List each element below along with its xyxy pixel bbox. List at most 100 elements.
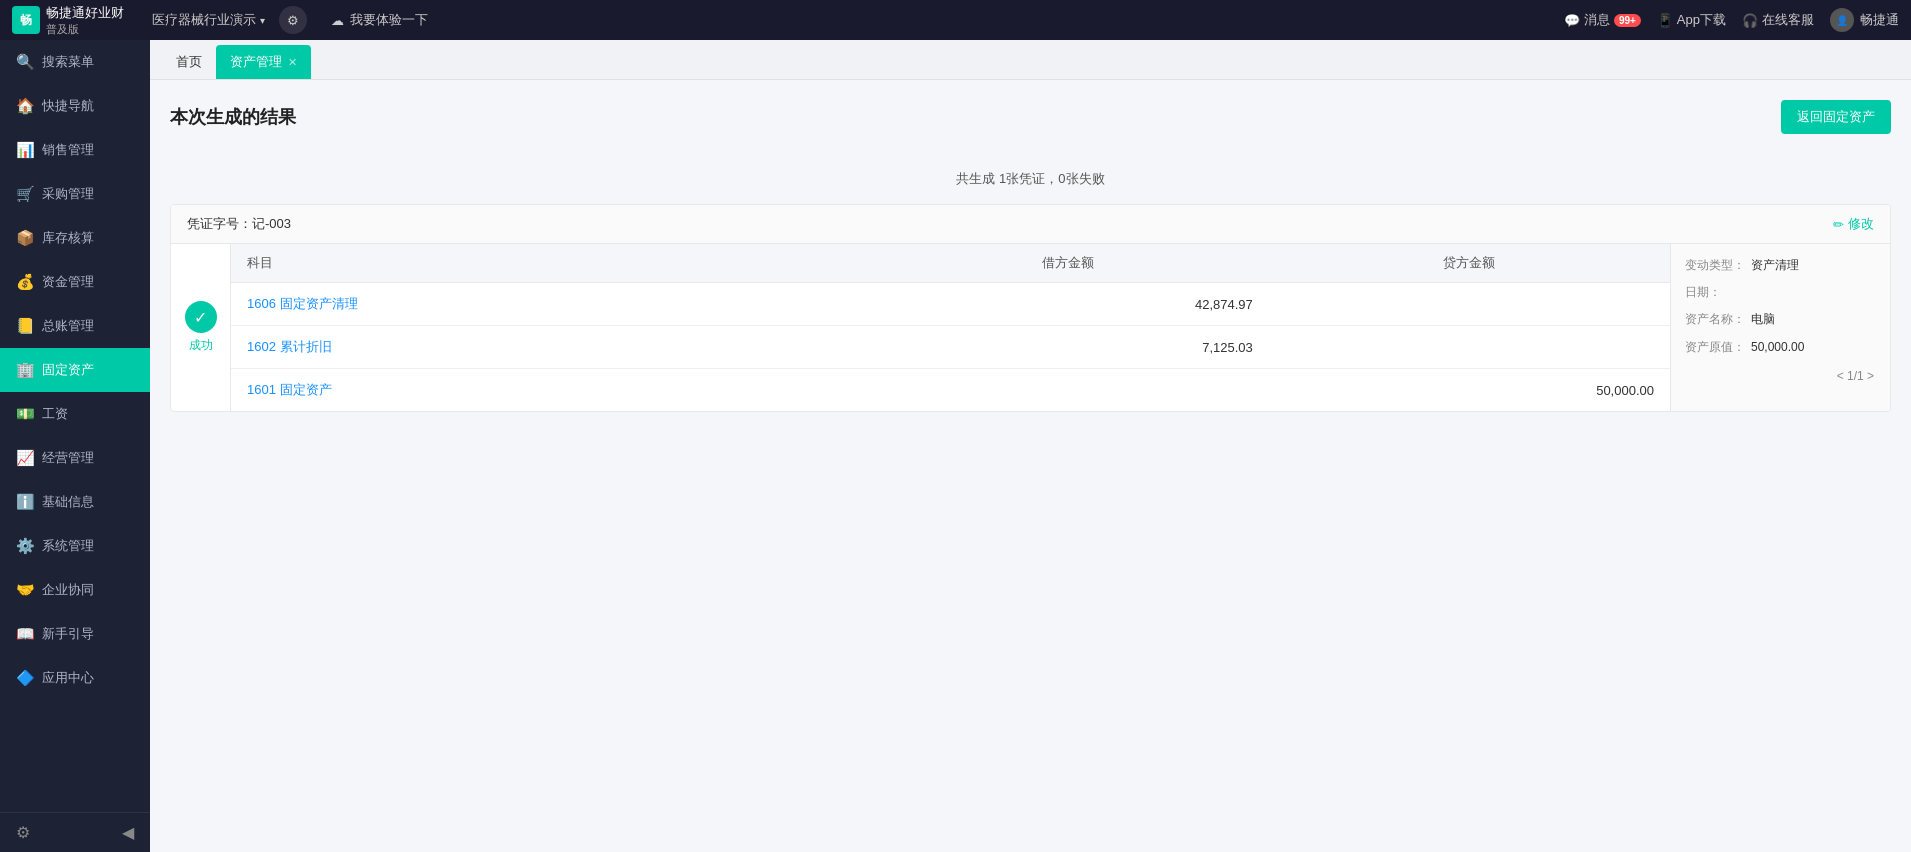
logo-text: 畅捷通好业财 [46, 4, 124, 22]
sidebar-item-sales[interactable]: 📊 销售管理 [0, 128, 150, 172]
system-icon: ⚙️ [16, 537, 34, 555]
sidebar-item-operations[interactable]: 📈 经营管理 [0, 436, 150, 480]
message-badge: 99+ [1614, 14, 1641, 27]
header-settings-button[interactable]: ⚙ [279, 6, 307, 34]
sidebar-item-guide[interactable]: 📖 新手引导 [0, 612, 150, 656]
original-value-row: 资产原值： 50,000.00 [1685, 338, 1876, 357]
logo-icon: 畅 [12, 6, 40, 34]
sidebar-label-fixed-assets: 固定资产 [42, 361, 94, 379]
sidebar-nav: 🔍 搜索菜单 🏠 快捷导航 📊 销售管理 🛒 采购管理 📦 库存核算 💰 [0, 40, 150, 812]
guide-icon: 📖 [16, 625, 34, 643]
user-info[interactable]: 👤 畅捷通 [1830, 8, 1899, 32]
home-icon: 🏠 [16, 97, 34, 115]
sidebar-item-purchase[interactable]: 🛒 采购管理 [0, 172, 150, 216]
sidebar-item-salary[interactable]: 💵 工资 [0, 392, 150, 436]
cell-credit: 50,000.00 [1269, 369, 1670, 412]
tab-bar: 首页 资产管理 ✕ [150, 40, 1911, 80]
sidebar-label-inventory: 库存核算 [42, 229, 94, 247]
original-value-label: 资产原值： [1685, 338, 1745, 357]
asset-name-row: 资产名称： 电脑 [1685, 310, 1876, 329]
sidebar-label-search: 搜索菜单 [42, 53, 94, 71]
app-center-icon: 🔷 [16, 669, 34, 687]
sidebar-item-search[interactable]: 🔍 搜索菜单 [0, 40, 150, 84]
sidebar-label-sales: 销售管理 [42, 141, 94, 159]
main-layout: 🔍 搜索菜单 🏠 快捷导航 📊 销售管理 🛒 采购管理 📦 库存核算 💰 [0, 40, 1911, 852]
edit-button[interactable]: ✏ 修改 [1833, 215, 1874, 233]
app-download-label: App下载 [1677, 11, 1726, 29]
experience-button[interactable]: ☁ 我要体验一下 [331, 11, 428, 29]
tab-home-label: 首页 [176, 53, 202, 71]
voucher-number: 凭证字号：记-003 [187, 215, 291, 233]
mobile-icon: 📱 [1657, 13, 1673, 28]
company-selector[interactable]: 医疗器械行业演示 ▾ [152, 11, 265, 29]
message-label: 消息 [1584, 11, 1610, 29]
sidebar-label-app-center: 应用中心 [42, 669, 94, 687]
sidebar-label-enterprise: 企业协同 [42, 581, 94, 599]
sidebar-label-system: 系统管理 [42, 537, 94, 555]
basic-info-icon: ℹ️ [16, 493, 34, 511]
change-type-row: 变动类型： 资产清理 [1685, 256, 1876, 275]
sidebar-item-fund[interactable]: 💰 资金管理 [0, 260, 150, 304]
edit-icon: ✏ [1833, 217, 1844, 232]
tab-asset-mgmt-label: 资产管理 [230, 53, 282, 71]
service-icon: 🎧 [1742, 13, 1758, 28]
settings-bottom-button[interactable]: ⚙ [16, 823, 30, 842]
message-button[interactable]: 💬 消息 99+ [1564, 11, 1641, 29]
date-row: 日期： [1685, 283, 1876, 302]
sidebar-item-quick-nav[interactable]: 🏠 快捷导航 [0, 84, 150, 128]
table-row: 1606 固定资产清理42,874.97 [231, 283, 1670, 326]
original-value-value: 50,000.00 [1751, 338, 1804, 357]
online-service-button[interactable]: 🎧 在线客服 [1742, 11, 1814, 29]
voucher-block: 凭证字号：记-003 ✏ 修改 ✓ 成功 [170, 204, 1891, 412]
sidebar-item-ledger[interactable]: 📒 总账管理 [0, 304, 150, 348]
inventory-icon: 📦 [16, 229, 34, 247]
asset-name-value: 电脑 [1751, 310, 1775, 329]
sidebar-label-ledger: 总账管理 [42, 317, 94, 335]
company-name: 医疗器械行业演示 [152, 11, 256, 29]
sidebar-item-basic-info[interactable]: ℹ️ 基础信息 [0, 480, 150, 524]
collapse-sidebar-button[interactable]: ◀ [122, 823, 134, 842]
edit-label: 修改 [1848, 215, 1874, 233]
date-label: 日期： [1685, 283, 1721, 302]
tab-asset-mgmt[interactable]: 资产管理 ✕ [216, 45, 311, 79]
tab-home[interactable]: 首页 [166, 45, 212, 79]
sidebar-item-system[interactable]: ⚙️ 系统管理 [0, 524, 150, 568]
side-info-panel: 变动类型： 资产清理 日期： 资产名称： 电脑 资产原值： [1670, 244, 1890, 411]
status-label: 成功 [189, 337, 213, 354]
sidebar-item-app-center[interactable]: 🔷 应用中心 [0, 656, 150, 700]
status-cell: ✓ 成功 [171, 244, 231, 411]
voucher-table: 科目 借方金额 贷方金额 1606 固定资产清理42,874.971602 累计… [231, 244, 1670, 411]
sidebar-label-basic-info: 基础信息 [42, 493, 94, 511]
chevron-down-icon: ▾ [260, 15, 265, 26]
return-fixed-assets-button[interactable]: 返回固定资产 [1781, 100, 1891, 134]
app-download-button[interactable]: 📱 App下载 [1657, 11, 1726, 29]
header-left: 畅 畅捷通好业财 普及版 医疗器械行业演示 ▾ ⚙ ☁ 我要体验一下 [12, 4, 428, 37]
sidebar-label-quick-nav: 快捷导航 [42, 97, 94, 115]
table-row: 1601 固定资产 50,000.00 [231, 369, 1670, 412]
col-subject: 科目 [231, 244, 868, 283]
pagination-text: < 1/1 > [1837, 369, 1874, 383]
cell-subject: 1601 固定资产 [231, 369, 868, 412]
page-title-row: 本次生成的结果 返回固定资产 [170, 100, 1891, 134]
voucher-header: 凭证字号：记-003 ✏ 修改 [171, 205, 1890, 244]
purchase-icon: 🛒 [16, 185, 34, 203]
sidebar-item-fixed-assets[interactable]: 🏢 固定资产 [0, 348, 150, 392]
sidebar-item-enterprise[interactable]: 🤝 企业协同 [0, 568, 150, 612]
fixed-assets-icon: 🏢 [16, 361, 34, 379]
col-debit: 借方金额 [868, 244, 1269, 283]
cloud-icon: ☁ [331, 13, 344, 28]
asset-name-label: 资产名称： [1685, 310, 1745, 329]
sales-icon: 📊 [16, 141, 34, 159]
sidebar-item-inventory[interactable]: 📦 库存核算 [0, 216, 150, 260]
voucher-table-wrap: ✓ 成功 科目 借方金额 贷方金额 [171, 244, 1890, 411]
content-area: 首页 资产管理 ✕ 本次生成的结果 返回固定资产 共生成 1张凭证，0张失败 [150, 40, 1911, 852]
page-content: 本次生成的结果 返回固定资产 共生成 1张凭证，0张失败 凭证字号：记-003 … [150, 80, 1911, 852]
cell-credit [1269, 283, 1670, 326]
search-icon: 🔍 [16, 53, 34, 71]
sidebar-label-operations: 经营管理 [42, 449, 94, 467]
tab-close-icon[interactable]: ✕ [288, 56, 297, 69]
change-type-value: 资产清理 [1751, 256, 1799, 275]
sidebar-label-purchase: 采购管理 [42, 185, 94, 203]
sidebar-label-fund: 资金管理 [42, 273, 94, 291]
logo-area: 畅 畅捷通好业财 普及版 [12, 4, 124, 37]
